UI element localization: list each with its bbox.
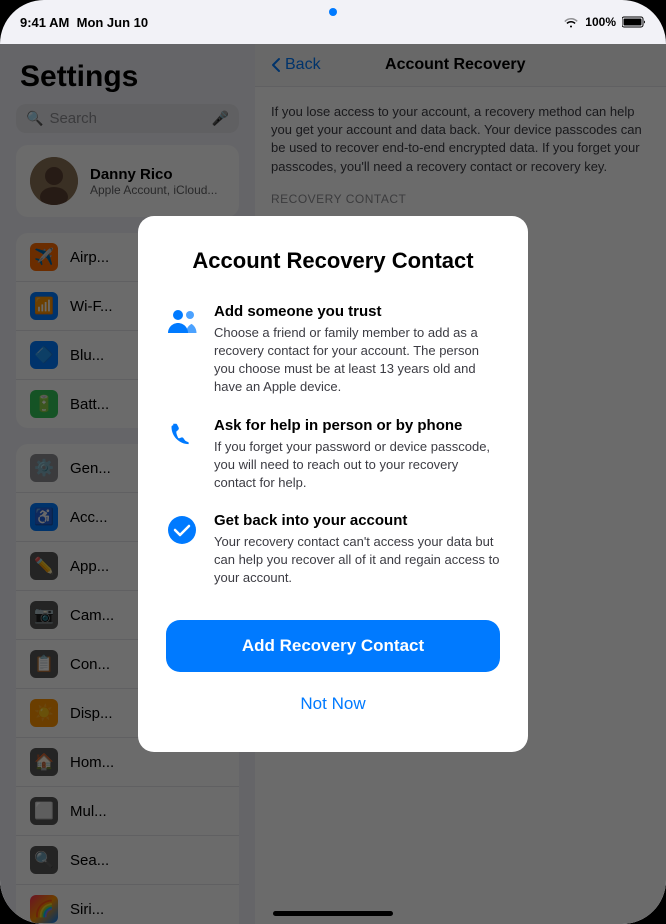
battery-icon <box>622 16 646 28</box>
status-bar: 9:41 AM Mon Jun 10 100% <box>0 0 666 44</box>
feature-desc-phone: If you forget your password or device pa… <box>214 438 500 493</box>
feature-title-phone: Ask for help in person or by phone <box>214 417 500 434</box>
modal-title: Account Recovery Contact <box>166 248 500 274</box>
camera-dot <box>329 8 337 16</box>
feature-text-checkmark: Get back into your account Your recovery… <box>214 512 500 588</box>
feature-desc-checkmark: Your recovery contact can't access your … <box>214 533 500 588</box>
battery-text: 100% <box>585 15 616 29</box>
home-indicator <box>273 911 393 916</box>
feature-text-trust: Add someone you trust Choose a friend or… <box>214 303 500 397</box>
add-recovery-contact-button[interactable]: Add Recovery Contact <box>166 620 500 672</box>
phone-icon <box>166 419 198 451</box>
feature-desc-trust: Choose a friend or family member to add … <box>214 324 500 397</box>
checkmark-circle-icon <box>166 514 198 546</box>
status-time: 9:41 AM Mon Jun 10 <box>20 15 148 30</box>
not-now-button[interactable]: Not Now <box>166 684 500 724</box>
modal-sheet: Account Recovery Contact Add someone <box>138 216 528 751</box>
feature-title-checkmark: Get back into your account <box>214 512 500 529</box>
wifi-icon <box>563 16 579 28</box>
status-icons: 100% <box>563 15 646 29</box>
feature-row-phone: Ask for help in person or by phone If yo… <box>166 417 500 493</box>
feature-row-trust: Add someone you trust Choose a friend or… <box>166 303 500 397</box>
feature-title-trust: Add someone you trust <box>214 303 500 320</box>
feature-text-phone: Ask for help in person or by phone If yo… <box>214 417 500 493</box>
modal-overlay: Account Recovery Contact Add someone <box>0 44 666 924</box>
person-group-icon <box>166 305 198 337</box>
ipad-frame: 9:41 AM Mon Jun 10 100% Settings <box>0 0 666 924</box>
feature-row-checkmark: Get back into your account Your recovery… <box>166 512 500 588</box>
modal-features: Add someone you trust Choose a friend or… <box>166 303 500 588</box>
